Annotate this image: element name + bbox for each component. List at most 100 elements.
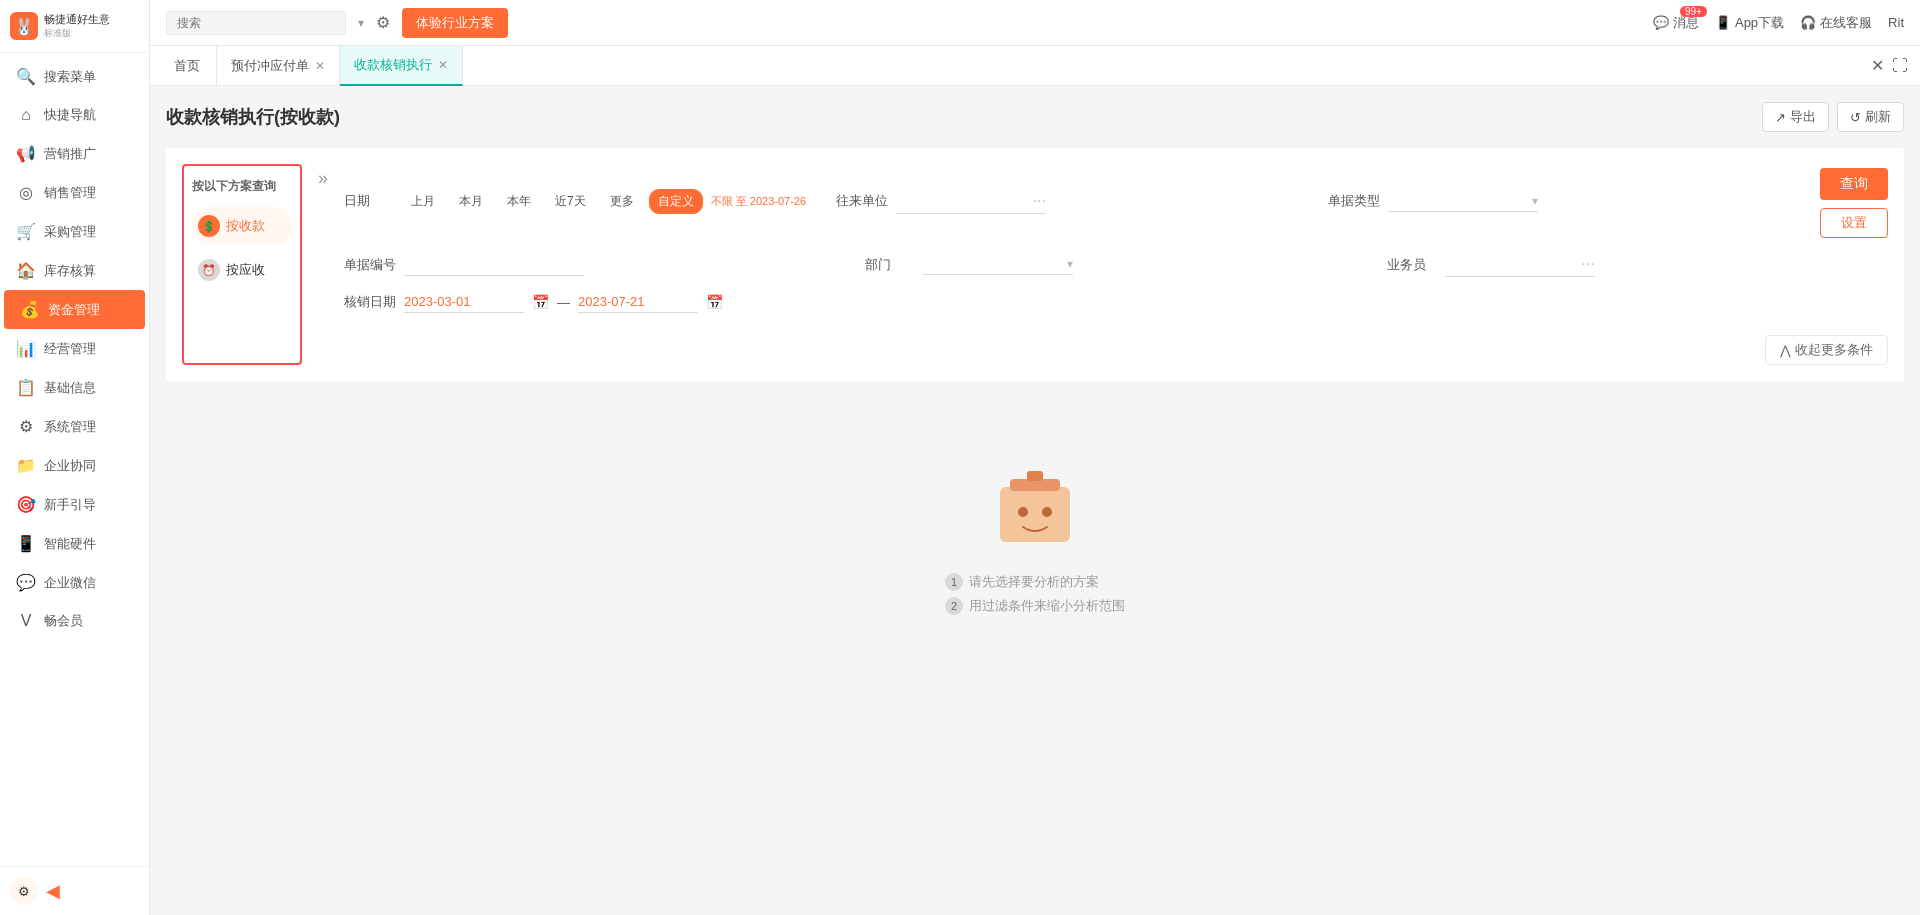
message-icon: 💬 (1653, 15, 1669, 30)
date-options: 上月 本月 本年 近7天 更多 自定义 (402, 189, 703, 214)
message-button[interactable]: 💬 消息 99+ (1653, 14, 1699, 32)
empty-num-2: 2 (945, 597, 963, 615)
doctype-chevron-icon[interactable]: ▾ (1532, 194, 1538, 208)
start-calendar-icon[interactable]: 📅 (532, 294, 549, 310)
sidebar-logo: 🐰 畅捷通好生意 标准版 (0, 0, 149, 53)
filter-panel: 按以下方案查询 💲 按收款 ⏰ 按应收 » 日期 (166, 148, 1904, 381)
app-name: 畅捷通好生意 (44, 12, 110, 26)
tab-expand-icon[interactable]: ⛶ (1892, 57, 1908, 75)
date-last-month[interactable]: 上月 (402, 189, 444, 214)
receipt-option-icon: 💲 (198, 215, 220, 237)
sidebar-item-label: 快捷导航 (44, 106, 96, 124)
receivable-option-label: 按应收 (226, 261, 265, 279)
sidebar-item-quick[interactable]: ⌂ 快捷导航 (0, 96, 149, 134)
tab-advance[interactable]: 预付冲应付单 ✕ (217, 46, 340, 86)
operation-icon: 📊 (16, 339, 36, 358)
tab-close-icon[interactable]: ✕ (1871, 56, 1884, 75)
topbar-search-area (166, 11, 346, 35)
service-button[interactable]: 🎧 在线客服 (1800, 14, 1872, 32)
sidebar-item-guide[interactable]: 🎯 新手引导 (0, 485, 149, 524)
sidebar-item-member[interactable]: V 畅会员 (0, 602, 149, 640)
sidebar-item-search[interactable]: 🔍 搜索菜单 (0, 57, 149, 96)
settings-bottom-icon[interactable]: ⚙ (10, 877, 38, 905)
tab-advance-close[interactable]: ✕ (315, 59, 325, 73)
filter-row-3: 核销日期 📅 — 📅 (344, 291, 1888, 313)
logo-icon: 🐰 (10, 12, 38, 40)
sidebar-item-sales[interactable]: ◎ 销售管理 (0, 173, 149, 212)
sidebar-item-label: 资金管理 (48, 301, 100, 319)
docno-input[interactable] (404, 254, 584, 276)
date-more[interactable]: 更多 (601, 189, 643, 214)
staff-dots-icon[interactable]: ··· (1581, 255, 1594, 273)
sidebar-item-finance[interactable]: 💰 资金管理 (4, 290, 145, 329)
filter-sidebar-title: 按以下方案查询 (192, 178, 292, 195)
filter-collapse-button[interactable]: » (318, 164, 328, 365)
empty-text-item-1: 1 请先选择要分析的方案 (945, 573, 1125, 591)
staff-select[interactable]: ··· (1445, 252, 1595, 277)
purchase-icon: 🛒 (16, 222, 36, 241)
topbar-gear-icon[interactable]: ⚙ (376, 13, 390, 32)
basic-icon: 📋 (16, 378, 36, 397)
app-badge: 标准版 (44, 27, 110, 40)
doctype-select[interactable]: ▾ (1388, 191, 1538, 212)
filter-option-receipt[interactable]: 💲 按收款 (192, 207, 292, 245)
filter-field-staff: 业务员 ··· (1387, 252, 1888, 277)
refresh-label: 刷新 (1865, 108, 1891, 126)
sidebar-item-system[interactable]: ⚙ 系统管理 (0, 407, 149, 446)
date-this-month[interactable]: 本月 (450, 189, 492, 214)
sidebar-item-purchase[interactable]: 🛒 采购管理 (0, 212, 149, 251)
filter-row-1: 日期 上月 本月 本年 近7天 更多 自定义 不限 至 2023-07-26 往… (344, 164, 1888, 238)
party-dots-icon[interactable]: ··· (1033, 192, 1046, 210)
user-info[interactable]: Rit (1888, 15, 1904, 30)
filter-sidebar: 按以下方案查询 💲 按收款 ⏰ 按应收 (182, 164, 302, 365)
receipt-option-label: 按收款 (226, 217, 265, 235)
marketing-icon: 📢 (16, 144, 36, 163)
party-select[interactable]: ··· (896, 189, 1046, 214)
svg-point-3 (1042, 507, 1052, 517)
writeoff-date-start[interactable] (404, 291, 524, 313)
app-icon: 📱 (1715, 15, 1731, 30)
tab-writeoff[interactable]: 收款核销执行 ✕ (340, 46, 463, 86)
app-download-button[interactable]: 📱 App下载 (1715, 14, 1784, 32)
filter-field-party: 往来单位 ··· (836, 189, 1308, 214)
refresh-button[interactable]: ↺ 刷新 (1837, 102, 1904, 132)
end-calendar-icon[interactable]: 📅 (706, 294, 723, 310)
settings-button[interactable]: 设置 (1820, 208, 1888, 238)
date-this-year[interactable]: 本年 (498, 189, 540, 214)
export-button[interactable]: ↗ 导出 (1762, 102, 1829, 132)
filter-option-receivable[interactable]: ⏰ 按应收 (192, 251, 292, 289)
sidebar-item-basic[interactable]: 📋 基础信息 (0, 368, 149, 407)
page-actions: ↗ 导出 ↺ 刷新 (1762, 102, 1904, 132)
date-custom[interactable]: 自定义 (649, 189, 703, 214)
sidebar-bottom: ⚙ ◀ (0, 866, 149, 915)
dept-chevron-icon[interactable]: ▾ (1067, 257, 1073, 271)
collapse-more-button[interactable]: ⋀ 收起更多条件 (1765, 335, 1888, 365)
tab-advance-label: 预付冲应付单 (231, 57, 309, 75)
sidebar-item-label: 销售管理 (44, 184, 96, 202)
filter-field-doctype: 单据类型 ▾ (1328, 191, 1800, 212)
sidebar-item-enterprise[interactable]: 📁 企业协同 (0, 446, 149, 485)
sidebar-item-label: 库存核算 (44, 262, 96, 280)
receivable-option-icon: ⏰ (198, 259, 220, 281)
query-button[interactable]: 查询 (1820, 168, 1888, 200)
collapse-more-area: ⋀ 收起更多条件 (344, 335, 1888, 365)
writeoff-date-end[interactable] (578, 291, 698, 313)
tab-home[interactable]: 首页 (158, 46, 217, 86)
date-7days[interactable]: 近7天 (546, 189, 595, 214)
svg-point-2 (1018, 507, 1028, 517)
topbar-chevron-icon[interactable]: ▾ (358, 16, 364, 30)
sidebar-collapse-button[interactable]: ◀ (46, 880, 60, 902)
sidebar-item-operation[interactable]: 📊 经营管理 (0, 329, 149, 368)
sidebar-item-inventory[interactable]: 🏠 库存核算 (0, 251, 149, 290)
sidebar: 🐰 畅捷通好生意 标准版 🔍 搜索菜单 ⌂ 快捷导航 📢 营销推广 ◎ 销售管理… (0, 0, 150, 915)
topbar: ▾ ⚙ 体验行业方案 💬 消息 99+ 📱 App下载 🎧 在线客服 Rit (150, 0, 1920, 46)
party-label: 往来单位 (836, 192, 888, 210)
tabbar: 首页 预付冲应付单 ✕ 收款核销执行 ✕ ✕ ⛶ (150, 46, 1920, 86)
sidebar-item-hardware[interactable]: 📱 智能硬件 (0, 524, 149, 563)
dept-select[interactable]: ▾ (923, 254, 1073, 275)
topbar-search-input[interactable] (166, 11, 346, 35)
sidebar-item-wechat[interactable]: 💬 企业微信 (0, 563, 149, 602)
tab-writeoff-close[interactable]: ✕ (438, 58, 448, 72)
sidebar-item-marketing[interactable]: 📢 营销推广 (0, 134, 149, 173)
industry-btn[interactable]: 体验行业方案 (402, 8, 508, 38)
